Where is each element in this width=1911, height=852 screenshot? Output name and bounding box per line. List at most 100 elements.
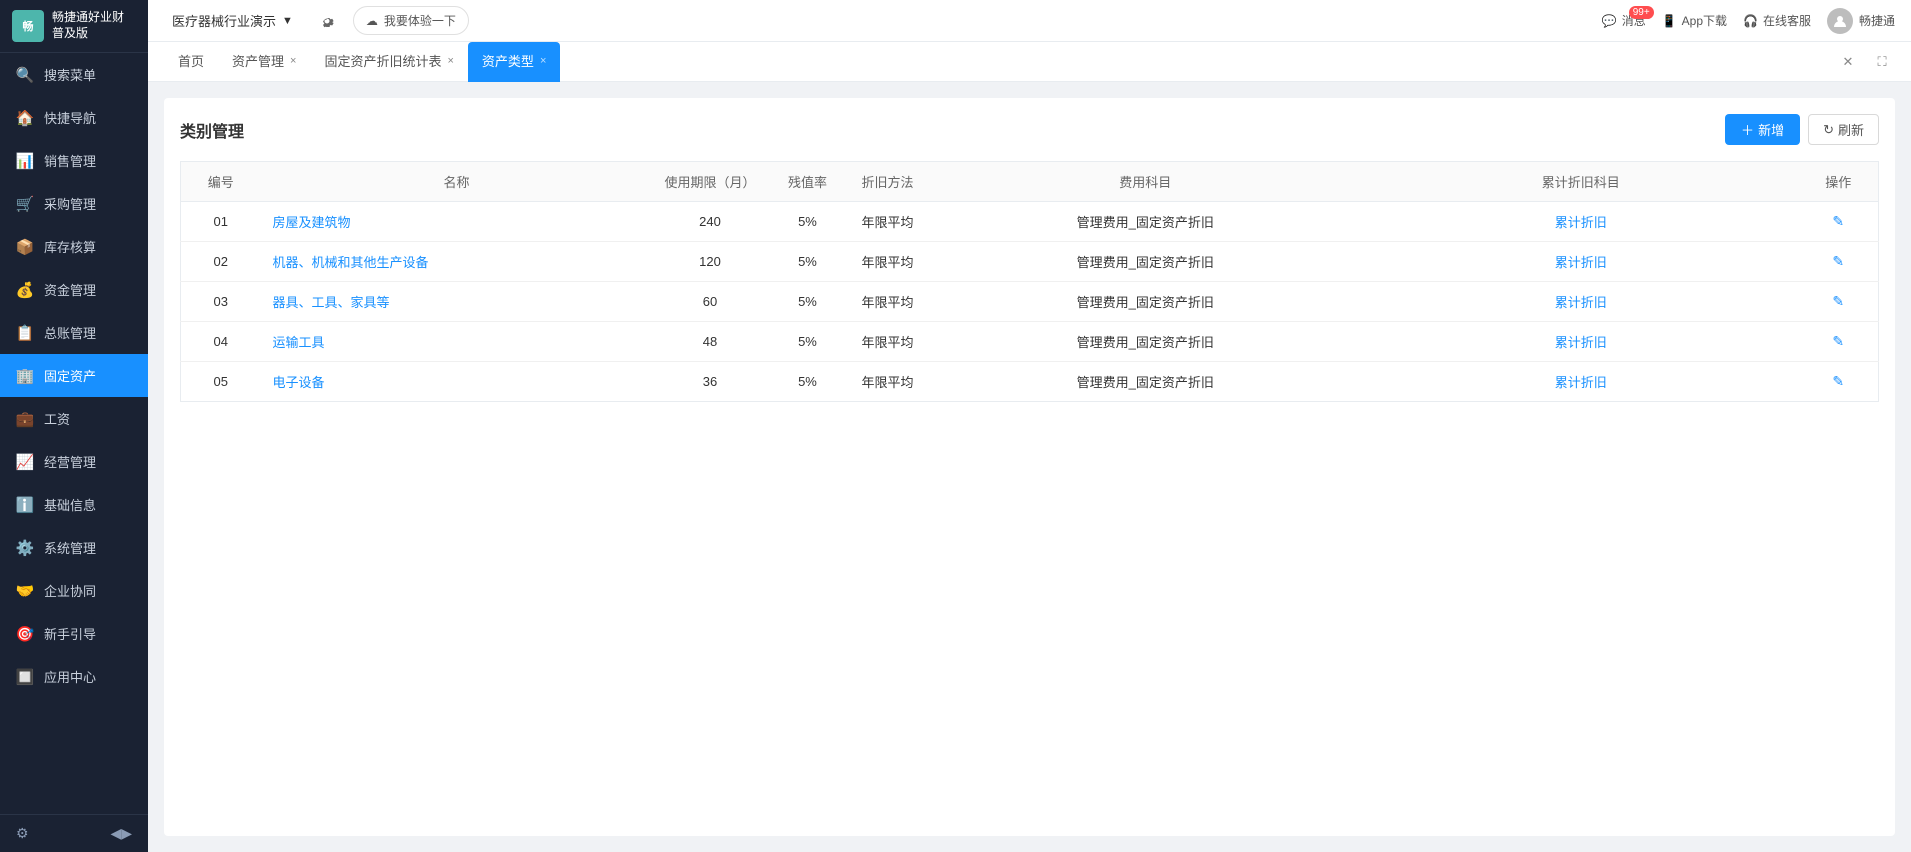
settings-bottom-icon[interactable]: ⚙ — [16, 825, 29, 842]
module-settings-button[interactable] — [313, 7, 341, 35]
cell-id-2: 02 — [181, 242, 261, 282]
tab-depreciation-label: 固定资产折旧统计表 — [324, 51, 441, 70]
app-download-label: App下载 — [1682, 12, 1727, 29]
col-header-accum: 累计折旧科目 — [1363, 162, 1799, 202]
tab-home-label: 首页 — [178, 51, 204, 70]
accum-link-3[interactable]: 累计折旧 — [1555, 295, 1607, 310]
sidebar-item-inventory[interactable]: 📦 库存核算 — [0, 225, 148, 268]
cell-method-1: 年限平均 — [847, 202, 927, 242]
cell-expense-5: 管理费用_固定资产折旧 — [927, 362, 1363, 402]
sidebar-item-funds[interactable]: 💰 资金管理 — [0, 268, 148, 311]
online-service-label: 在线客服 — [1763, 12, 1811, 29]
tab-asset-type-label: 资产类型 — [482, 51, 534, 70]
new-button-label: 新增 — [1758, 120, 1784, 139]
accum-link-2[interactable]: 累计折旧 — [1555, 255, 1607, 270]
cell-residual-2: 5% — [767, 242, 847, 282]
row-name-link-2[interactable]: 机器、机械和其他生产设备 — [273, 255, 429, 270]
tab-asset-type-close[interactable]: × — [540, 55, 546, 67]
cell-method-4: 年限平均 — [847, 322, 927, 362]
sidebar-item-operations[interactable]: 📈 经营管理 — [0, 440, 148, 483]
accum-link-5[interactable]: 累计折旧 — [1555, 375, 1607, 390]
tab-close-window-button[interactable]: ✕ — [1835, 49, 1861, 75]
sidebar-item-fixed-assets[interactable]: 🏢 固定资产 — [0, 354, 148, 397]
tabs-bar: 首页 资产管理 × 固定资产折旧统计表 × 资产类型 × ✕ ⛶ — [148, 42, 1911, 82]
search-icon: 🔍 — [16, 66, 34, 84]
user-area[interactable]: 畅捷通 — [1827, 8, 1895, 34]
username-label: 畅捷通 — [1859, 12, 1895, 29]
cell-expense-4: 管理费用_固定资产折旧 — [927, 322, 1363, 362]
tab-asset-mgmt[interactable]: 资产管理 × — [218, 42, 310, 82]
sidebar-item-app-center[interactable]: 🔲 应用中心 — [0, 655, 148, 698]
tab-expand-button[interactable]: ⛶ — [1869, 49, 1895, 75]
cell-residual-3: 5% — [767, 282, 847, 322]
accum-link-1[interactable]: 累计折旧 — [1555, 215, 1607, 230]
table-row: 02 机器、机械和其他生产设备 120 5% 年限平均 管理费用_固定资产折旧 … — [181, 242, 1879, 282]
edit-button-4[interactable]: ✎ — [1832, 333, 1844, 349]
edit-button-5[interactable]: ✎ — [1832, 373, 1844, 389]
sidebar-item-guide[interactable]: 🎯 新手引导 — [0, 612, 148, 655]
sidebar-item-basic-info[interactable]: ℹ️ 基础信息 — [0, 483, 148, 526]
edit-button-3[interactable]: ✎ — [1832, 293, 1844, 309]
page-header: 类别管理 ＋ 新增 ↻ 刷新 — [180, 114, 1879, 145]
sidebar-item-quick-nav[interactable]: 🏠 快捷导航 — [0, 96, 148, 139]
guide-icon: 🎯 — [16, 625, 34, 643]
content-area: 类别管理 ＋ 新增 ↻ 刷新 编号 名称 — [148, 82, 1911, 852]
page-card: 类别管理 ＋ 新增 ↻ 刷新 编号 名称 — [164, 98, 1895, 836]
cell-name-5: 电子设备 — [261, 362, 653, 402]
sidebar-footer: ⚙ ◀▶ — [0, 814, 148, 852]
sidebar-item-payroll[interactable]: 💼 工资 — [0, 397, 148, 440]
building-icon: 🏢 — [16, 367, 34, 385]
online-service-button[interactable]: 🎧 在线客服 — [1743, 12, 1811, 29]
sidebar-item-system[interactable]: ⚙️ 系统管理 — [0, 526, 148, 569]
accum-link-4[interactable]: 累计折旧 — [1555, 335, 1607, 350]
app-download-button[interactable]: 📱 App下载 — [1662, 12, 1727, 29]
home-icon: 🏠 — [16, 109, 34, 127]
cell-months-5: 36 — [652, 362, 767, 402]
avatar — [1827, 8, 1853, 34]
sidebar-item-ledger[interactable]: 📋 总账管理 — [0, 311, 148, 354]
tab-asset-mgmt-close[interactable]: × — [290, 55, 296, 67]
sidebar-item-enterprise[interactable]: 🤝 企业协同 — [0, 569, 148, 612]
top-header: 医疗器械行业演示 ▼ ☁ 我要体验一下 💬 消息 99+ 📱 App下载 🎧 — [148, 0, 1911, 42]
collapse-icon[interactable]: ◀▶ — [110, 825, 132, 842]
sidebar-item-label: 库存核算 — [44, 237, 96, 256]
gear-icon: ⚙️ — [16, 539, 34, 557]
chevron-down-icon: ▼ — [282, 15, 293, 27]
tab-depreciation-close[interactable]: × — [447, 55, 453, 67]
tab-asset-type[interactable]: 资产类型 × — [468, 42, 560, 82]
box-icon: 📦 — [16, 238, 34, 256]
row-name-link-1[interactable]: 房屋及建筑物 — [273, 215, 351, 230]
operations-icon: 📈 — [16, 453, 34, 471]
refresh-button[interactable]: ↻ 刷新 — [1808, 114, 1879, 145]
edit-button-1[interactable]: ✎ — [1832, 213, 1844, 229]
message-button[interactable]: 💬 消息 99+ — [1602, 12, 1646, 29]
sidebar-item-sales[interactable]: 📊 销售管理 — [0, 139, 148, 182]
sidebar-nav: 🔍 搜索菜单 🏠 快捷导航 📊 销售管理 🛒 采购管理 📦 库存核算 💰 资金管… — [0, 53, 148, 814]
row-name-link-5[interactable]: 电子设备 — [273, 375, 325, 390]
module-selector[interactable]: 医疗器械行业演示 ▼ — [164, 7, 301, 34]
experience-label: 我要体验一下 — [384, 12, 456, 29]
experience-button[interactable]: ☁ 我要体验一下 — [353, 6, 469, 35]
new-button[interactable]: ＋ 新增 — [1725, 114, 1800, 145]
main-content: 医疗器械行业演示 ▼ ☁ 我要体验一下 💬 消息 99+ 📱 App下载 🎧 — [148, 0, 1911, 852]
page-title: 类别管理 — [180, 118, 244, 142]
sidebar-item-search[interactable]: 🔍 搜索菜单 — [0, 53, 148, 96]
tab-depreciation[interactable]: 固定资产折旧统计表 × — [310, 42, 467, 82]
table-row: 03 器具、工具、家具等 60 5% 年限平均 管理费用_固定资产折旧 累计折旧… — [181, 282, 1879, 322]
payroll-icon: 💼 — [16, 410, 34, 428]
sidebar-item-label: 固定资产 — [44, 366, 96, 385]
col-header-months: 使用期限（月） — [652, 162, 767, 202]
user-icon — [1833, 14, 1847, 28]
row-name-link-3[interactable]: 器具、工具、家具等 — [273, 295, 390, 310]
sidebar-logo: 畅 畅捷通好业财 普及版 — [0, 0, 148, 53]
tab-home[interactable]: 首页 — [164, 42, 218, 82]
edit-button-2[interactable]: ✎ — [1832, 253, 1844, 269]
cell-accum-4: 累计折旧 — [1363, 322, 1799, 362]
message-icon: 💬 — [1602, 14, 1617, 28]
col-header-method: 折旧方法 — [847, 162, 927, 202]
col-header-action: 操作 — [1799, 162, 1879, 202]
sidebar-item-purchase[interactable]: 🛒 采购管理 — [0, 182, 148, 225]
cell-id-4: 04 — [181, 322, 261, 362]
ledger-icon: 📋 — [16, 324, 34, 342]
row-name-link-4[interactable]: 运输工具 — [273, 335, 325, 350]
